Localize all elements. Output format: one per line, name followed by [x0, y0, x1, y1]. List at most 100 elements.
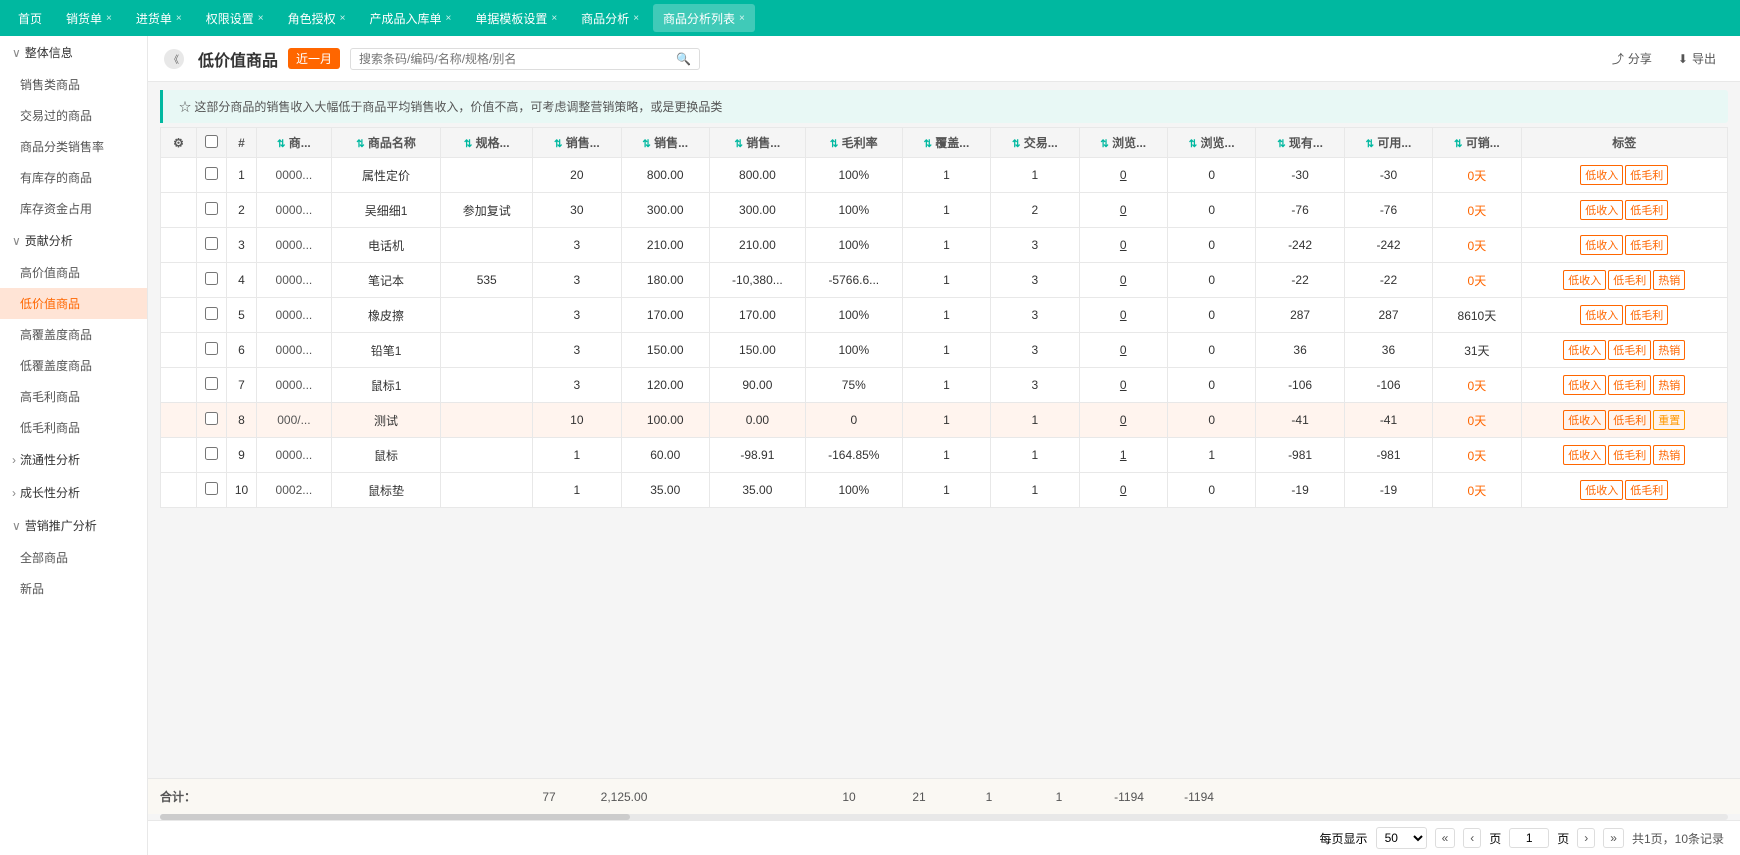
- search-icon[interactable]: 🔍: [676, 52, 691, 66]
- nav-roles[interactable]: 角色授权 ×: [278, 4, 356, 32]
- nav-purchase-close[interactable]: ×: [176, 13, 182, 24]
- sidebar-item-traded-products[interactable]: 交易过的商品: [0, 100, 147, 131]
- sidebar-item-high-margin[interactable]: 高毛利商品: [0, 381, 147, 412]
- col-browse2[interactable]: ⇅ 浏览...: [1167, 128, 1255, 158]
- row-checkbox[interactable]: [205, 272, 218, 285]
- browse1-val[interactable]: 0: [1120, 273, 1127, 287]
- collapse-sidebar-btn[interactable]: 《: [164, 49, 184, 69]
- nav-warehouse[interactable]: 产成品入库单 ×: [359, 4, 461, 32]
- nav-analysis-list-close[interactable]: ×: [739, 13, 745, 24]
- col-checkbox[interactable]: [197, 128, 227, 158]
- col-margin[interactable]: ⇅ 毛利率: [805, 128, 902, 158]
- nav-analysis-list[interactable]: 商品分析列表 ×: [653, 4, 755, 32]
- cell-checkbox[interactable]: [197, 403, 227, 438]
- browse1-val[interactable]: 0: [1120, 343, 1127, 357]
- cell-browse1[interactable]: 0: [1079, 158, 1167, 193]
- sidebar-group-overview[interactable]: ∨ 整体信息: [0, 36, 147, 69]
- per-page-select[interactable]: 50 100 200: [1376, 827, 1427, 849]
- nav-warehouse-close[interactable]: ×: [445, 13, 451, 24]
- prev-page-btn[interactable]: ‹: [1463, 828, 1481, 848]
- col-trade[interactable]: ⇅ 交易...: [991, 128, 1079, 158]
- row-checkbox[interactable]: [205, 237, 218, 250]
- col-spec[interactable]: ⇅ 规格...: [441, 128, 533, 158]
- sidebar-group-circulation[interactable]: › 流通性分析: [0, 443, 147, 476]
- cell-browse1[interactable]: 1: [1079, 438, 1167, 473]
- nav-template-close[interactable]: ×: [551, 13, 557, 24]
- browse1-val[interactable]: 0: [1120, 308, 1127, 322]
- row-checkbox[interactable]: [205, 377, 218, 390]
- sidebar-item-category-rate[interactable]: 商品分类销售率: [0, 131, 147, 162]
- sidebar-item-sales-products[interactable]: 销售类商品: [0, 69, 147, 100]
- nav-roles-close[interactable]: ×: [340, 13, 346, 24]
- sidebar-item-low-margin[interactable]: 低毛利商品: [0, 412, 147, 443]
- browse1-val[interactable]: 0: [1120, 203, 1127, 217]
- col-sellable[interactable]: ⇅ 可销...: [1433, 128, 1521, 158]
- cell-browse1[interactable]: 0: [1079, 333, 1167, 368]
- col-browse1[interactable]: ⇅ 浏览...: [1079, 128, 1167, 158]
- sidebar-group-growth[interactable]: › 成长性分析: [0, 476, 147, 509]
- sidebar-item-stocked[interactable]: 有库存的商品: [0, 162, 147, 193]
- select-all-checkbox[interactable]: [205, 135, 218, 148]
- row-checkbox[interactable]: [205, 482, 218, 495]
- browse1-val[interactable]: 0: [1120, 238, 1127, 252]
- page-input[interactable]: [1509, 828, 1549, 848]
- cell-browse1[interactable]: 0: [1079, 263, 1167, 298]
- col-stock1[interactable]: ⇅ 现有...: [1256, 128, 1344, 158]
- col-cover[interactable]: ⇅ 覆盖...: [902, 128, 990, 158]
- sidebar-item-all-products[interactable]: 全部商品: [0, 542, 147, 573]
- cell-browse1[interactable]: 0: [1079, 473, 1167, 508]
- row-checkbox[interactable]: [205, 342, 218, 355]
- sidebar-item-high-value[interactable]: 高价值商品: [0, 257, 147, 288]
- cell-browse1[interactable]: 0: [1079, 298, 1167, 333]
- next-page-btn[interactable]: ›: [1577, 828, 1595, 848]
- row-checkbox[interactable]: [205, 307, 218, 320]
- col-code[interactable]: ⇅ 商...: [257, 128, 332, 158]
- nav-home[interactable]: 首页: [8, 4, 52, 32]
- nav-template[interactable]: 单据模板设置 ×: [465, 4, 567, 32]
- nav-permissions[interactable]: 权限设置 ×: [196, 4, 274, 32]
- sidebar-item-low-coverage[interactable]: 低覆盖度商品: [0, 350, 147, 381]
- cell-checkbox[interactable]: [197, 368, 227, 403]
- sidebar-item-low-value[interactable]: 低价值商品: [0, 288, 147, 319]
- cell-browse1[interactable]: 0: [1079, 403, 1167, 438]
- nav-sales[interactable]: 销货单 ×: [56, 4, 122, 32]
- browse1-val[interactable]: 0: [1120, 168, 1127, 182]
- cell-checkbox[interactable]: [197, 158, 227, 193]
- browse1-val[interactable]: 1: [1120, 448, 1127, 462]
- browse1-val[interactable]: 0: [1120, 413, 1127, 427]
- browse1-val[interactable]: 0: [1120, 378, 1127, 392]
- cell-checkbox[interactable]: [197, 473, 227, 508]
- last-page-btn[interactable]: »: [1603, 828, 1624, 848]
- sidebar-item-new-products[interactable]: 新品: [0, 573, 147, 604]
- row-checkbox[interactable]: [205, 167, 218, 180]
- col-stock2[interactable]: ⇅ 可用...: [1344, 128, 1432, 158]
- cell-checkbox[interactable]: [197, 333, 227, 368]
- sidebar-item-capital[interactable]: 库存资金占用: [0, 193, 147, 224]
- col-sales1[interactable]: ⇅ 销售...: [533, 128, 621, 158]
- nav-product-analysis[interactable]: 商品分析 ×: [571, 4, 649, 32]
- sidebar-group-marketing[interactable]: ∨ 营销推广分析: [0, 509, 147, 542]
- cell-checkbox[interactable]: [197, 438, 227, 473]
- share-button[interactable]: ⤴ 分享: [1604, 46, 1660, 71]
- cell-checkbox[interactable]: [197, 193, 227, 228]
- period-badge[interactable]: 近一月: [288, 48, 340, 69]
- cell-browse1[interactable]: 0: [1079, 368, 1167, 403]
- cell-checkbox[interactable]: [197, 263, 227, 298]
- cell-browse1[interactable]: 0: [1079, 193, 1167, 228]
- sidebar-item-high-coverage[interactable]: 高覆盖度商品: [0, 319, 147, 350]
- col-settings[interactable]: ⚙: [161, 128, 197, 158]
- export-button[interactable]: ⬇ 导出: [1670, 46, 1724, 71]
- nav-purchase[interactable]: 进货单 ×: [126, 4, 192, 32]
- col-sales2[interactable]: ⇅ 销售...: [621, 128, 709, 158]
- col-name[interactable]: ⇅ 商品名称: [331, 128, 440, 158]
- nav-sales-close[interactable]: ×: [106, 13, 112, 24]
- first-page-btn[interactable]: «: [1435, 828, 1456, 848]
- row-checkbox[interactable]: [205, 412, 218, 425]
- nav-permissions-close[interactable]: ×: [258, 13, 264, 24]
- col-sales3[interactable]: ⇅ 销售...: [709, 128, 805, 158]
- row-checkbox[interactable]: [205, 202, 218, 215]
- cell-checkbox[interactable]: [197, 228, 227, 263]
- row-checkbox[interactable]: [205, 447, 218, 460]
- cell-checkbox[interactable]: [197, 298, 227, 333]
- search-input[interactable]: [359, 52, 672, 66]
